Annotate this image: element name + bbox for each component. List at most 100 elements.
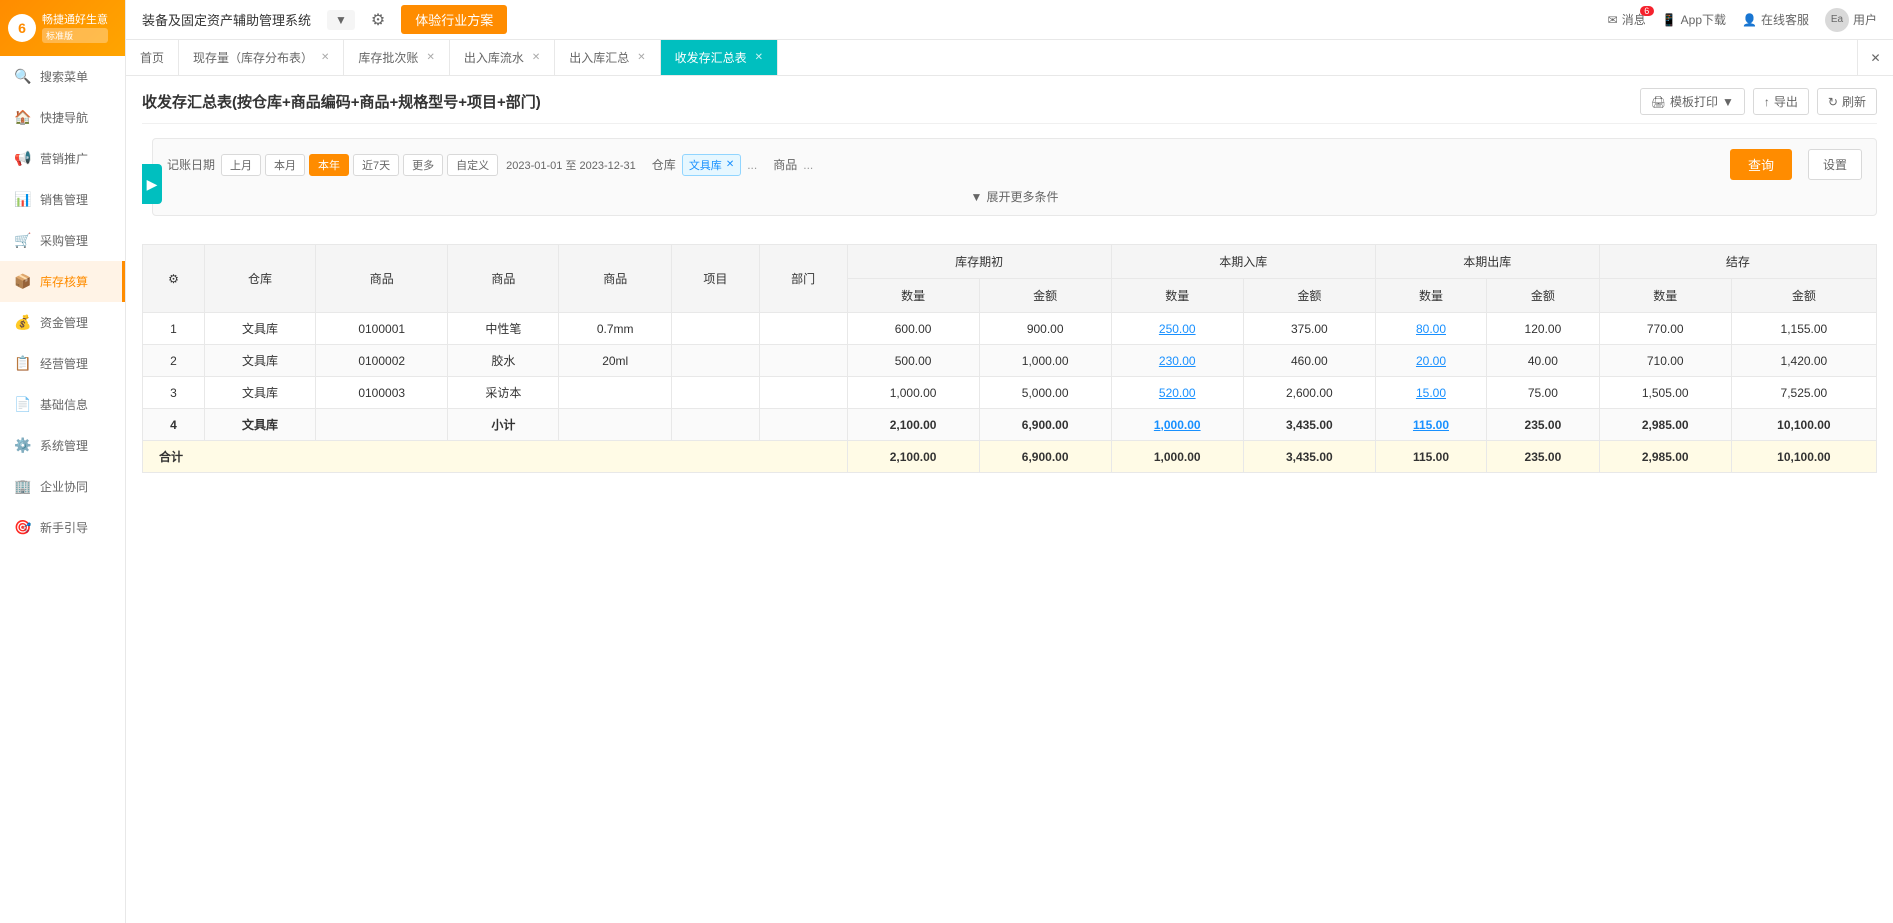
date-btn-last-month[interactable]: 上月 (221, 154, 261, 176)
sidebar-label-quick-nav: 快捷导航 (40, 109, 88, 126)
sidebar-item-finance[interactable]: 💰 资金管理 (0, 302, 125, 343)
cell-spec: 0.7mm (559, 313, 672, 345)
subtotal-spec (559, 409, 672, 441)
cell-out-qty[interactable]: 80.00 (1375, 313, 1486, 345)
cell-dept (759, 345, 847, 377)
sidebar-item-quick-nav[interactable]: 🏠 快捷导航 (0, 97, 125, 138)
tab-close-batch-ledger[interactable]: ✕ (426, 52, 434, 63)
cell-out-qty[interactable]: 20.00 (1375, 345, 1486, 377)
date-btn-more[interactable]: 更多 (403, 154, 443, 176)
subtotal-warehouse: 文具库 (204, 409, 315, 441)
date-btn-custom[interactable]: 自定义 (447, 154, 498, 176)
sidebar-item-sales[interactable]: 📊 销售管理 (0, 179, 125, 220)
sidebar-item-guide[interactable]: 🎯 新手引导 (0, 507, 125, 548)
sidebar: 6 畅捷通好生意 标准版 🔍 搜索菜单 🏠 快捷导航 📢 营销推广 📊 销售管理… (0, 0, 126, 923)
date-filter: 记账日期 上月 本月 本年 近7天 更多 自定义 2023-01-01 至 20… (167, 154, 636, 176)
printer-icon: 🖨 (1651, 95, 1666, 109)
tab-close-inventory-dist[interactable]: ✕ (321, 52, 329, 63)
subtotal-in-qty[interactable]: 1,000.00 (1111, 409, 1243, 441)
warehouse-tag-close[interactable]: ✕ (726, 159, 734, 170)
footer-in-amt: 3,435.00 (1243, 441, 1375, 473)
sidebar-label-sales: 销售管理 (40, 191, 88, 208)
tab-home[interactable]: 首页 (126, 40, 179, 76)
goods-filter-more[interactable]: ... (803, 158, 813, 172)
message-action[interactable]: ✉ 消息 6 (1608, 11, 1646, 28)
cell-in-qty[interactable]: 520.00 (1111, 377, 1243, 409)
settings-button[interactable]: 设置 (1808, 149, 1862, 180)
export-icon: ↑ (1764, 95, 1770, 109)
th-out-qty: 数量 (1375, 279, 1486, 313)
warehouse-filter-more[interactable]: ... (747, 158, 757, 172)
th-in-amt: 金额 (1243, 279, 1375, 313)
subtotal-code (316, 409, 448, 441)
header-actions: ✉ 消息 6 📱 App下载 👤 在线客服 Ea 用户 (1608, 8, 1877, 32)
cell-no: 2 (143, 345, 205, 377)
subtotal-close-amt: 10,100.00 (1731, 409, 1876, 441)
cell-project (671, 313, 759, 345)
date-btn-this-month[interactable]: 本月 (265, 154, 305, 176)
subtotal-dept (759, 409, 847, 441)
warehouse-tag[interactable]: 文具库 ✕ (682, 154, 741, 176)
tab-batch-ledger[interactable]: 库存批次账 ✕ (344, 40, 449, 76)
cell-open-amt: 1,000.00 (979, 345, 1111, 377)
th-opening-group: 库存期初 (847, 245, 1111, 279)
th-settings[interactable]: ⚙ (143, 245, 205, 313)
cell-close-qty: 770.00 (1599, 313, 1731, 345)
cell-open-amt: 5,000.00 (979, 377, 1111, 409)
sidebar-item-system[interactable]: ⚙️ 系统管理 (0, 425, 125, 466)
tab-close-in-out-summary[interactable]: ✕ (637, 52, 645, 63)
export-button[interactable]: ↑ 导出 (1753, 88, 1809, 115)
date-btn-7days[interactable]: 近7天 (353, 154, 399, 176)
settings-icon[interactable]: ⚙ (371, 10, 385, 30)
tab-in-out-summary[interactable]: 出入库汇总 ✕ (555, 40, 660, 76)
cell-in-qty[interactable]: 250.00 (1111, 313, 1243, 345)
online-service-action[interactable]: 👤 在线客服 (1742, 11, 1809, 28)
sidebar-label-enterprise: 企业协同 (40, 478, 88, 495)
tab-close-recv-send-summary[interactable]: ✕ (755, 52, 763, 63)
app-download-action[interactable]: 📱 App下载 (1662, 11, 1726, 28)
sidebar-label-guide: 新手引导 (40, 519, 88, 536)
tab-in-out-flow-label: 出入库流水 (464, 49, 524, 66)
table-row: 3 文具库 0100003 采访本 1,000.00 5,000.00 520.… (143, 377, 1877, 409)
cell-in-qty[interactable]: 230.00 (1111, 345, 1243, 377)
expand-conditions-button[interactable]: ▼ 展开更多条件 (971, 188, 1059, 205)
sidebar-item-inventory[interactable]: 📦 库存核算 (0, 261, 125, 302)
cell-in-amt: 2,600.00 (1243, 377, 1375, 409)
sidebar-item-enterprise[interactable]: 🏢 企业协同 (0, 466, 125, 507)
subtotal-out-amt: 235.00 (1487, 409, 1600, 441)
tab-recv-send-summary[interactable]: 收发存汇总表 ✕ (661, 40, 778, 76)
system-dropdown[interactable]: ▼ (327, 10, 355, 30)
print-button[interactable]: 🖨 模板打印 ▼ (1640, 88, 1745, 115)
tab-close-in-out-flow[interactable]: ✕ (532, 52, 540, 63)
refresh-label: 刷新 (1842, 93, 1866, 110)
sidebar-item-marketing[interactable]: 📢 营销推广 (0, 138, 125, 179)
tab-bar-close-button[interactable]: ✕ (1857, 40, 1893, 76)
cell-close-qty: 710.00 (1599, 345, 1731, 377)
page-title-row: 收发存汇总表(按仓库+商品编码+商品+规格型号+项目+部门) 🖨 模板打印 ▼ … (142, 88, 1877, 124)
refresh-button[interactable]: ↻ 刷新 (1817, 88, 1877, 115)
inventory-icon: 📦 (14, 273, 32, 290)
cell-out-qty[interactable]: 15.00 (1375, 377, 1486, 409)
sidebar-item-basic[interactable]: 📄 基础信息 (0, 384, 125, 425)
export-label: 导出 (1774, 93, 1798, 110)
user-action[interactable]: Ea 用户 (1825, 8, 1877, 32)
tab-in-out-flow[interactable]: 出入库流水 ✕ (450, 40, 555, 76)
cell-out-amt: 75.00 (1487, 377, 1600, 409)
trial-button[interactable]: 体验行业方案 (401, 5, 507, 34)
date-filter-label: 记账日期 (167, 156, 215, 173)
sidebar-item-purchase[interactable]: 🛒 采购管理 (0, 220, 125, 261)
user-avatar: Ea (1825, 8, 1849, 32)
sidebar-item-operations[interactable]: 📋 经营管理 (0, 343, 125, 384)
subtotal-out-qty[interactable]: 115.00 (1375, 409, 1486, 441)
sidebar-label-marketing: 营销推广 (40, 150, 88, 167)
th-code: 商品 (316, 245, 448, 313)
date-btn-this-year[interactable]: 本年 (309, 154, 349, 176)
subtotal-project (671, 409, 759, 441)
query-button[interactable]: 查询 (1730, 149, 1792, 180)
tab-in-out-summary-label: 出入库汇总 (569, 49, 629, 66)
page-title: 收发存汇总表(按仓库+商品编码+商品+规格型号+项目+部门) (142, 91, 541, 112)
filter-collapse-arrow[interactable]: ▶ (142, 164, 162, 204)
tab-inventory-dist[interactable]: 现存量（库存分布表） ✕ (179, 40, 344, 76)
column-settings-icon[interactable]: ⚙ (168, 272, 179, 286)
sidebar-item-search[interactable]: 🔍 搜索菜单 (0, 56, 125, 97)
